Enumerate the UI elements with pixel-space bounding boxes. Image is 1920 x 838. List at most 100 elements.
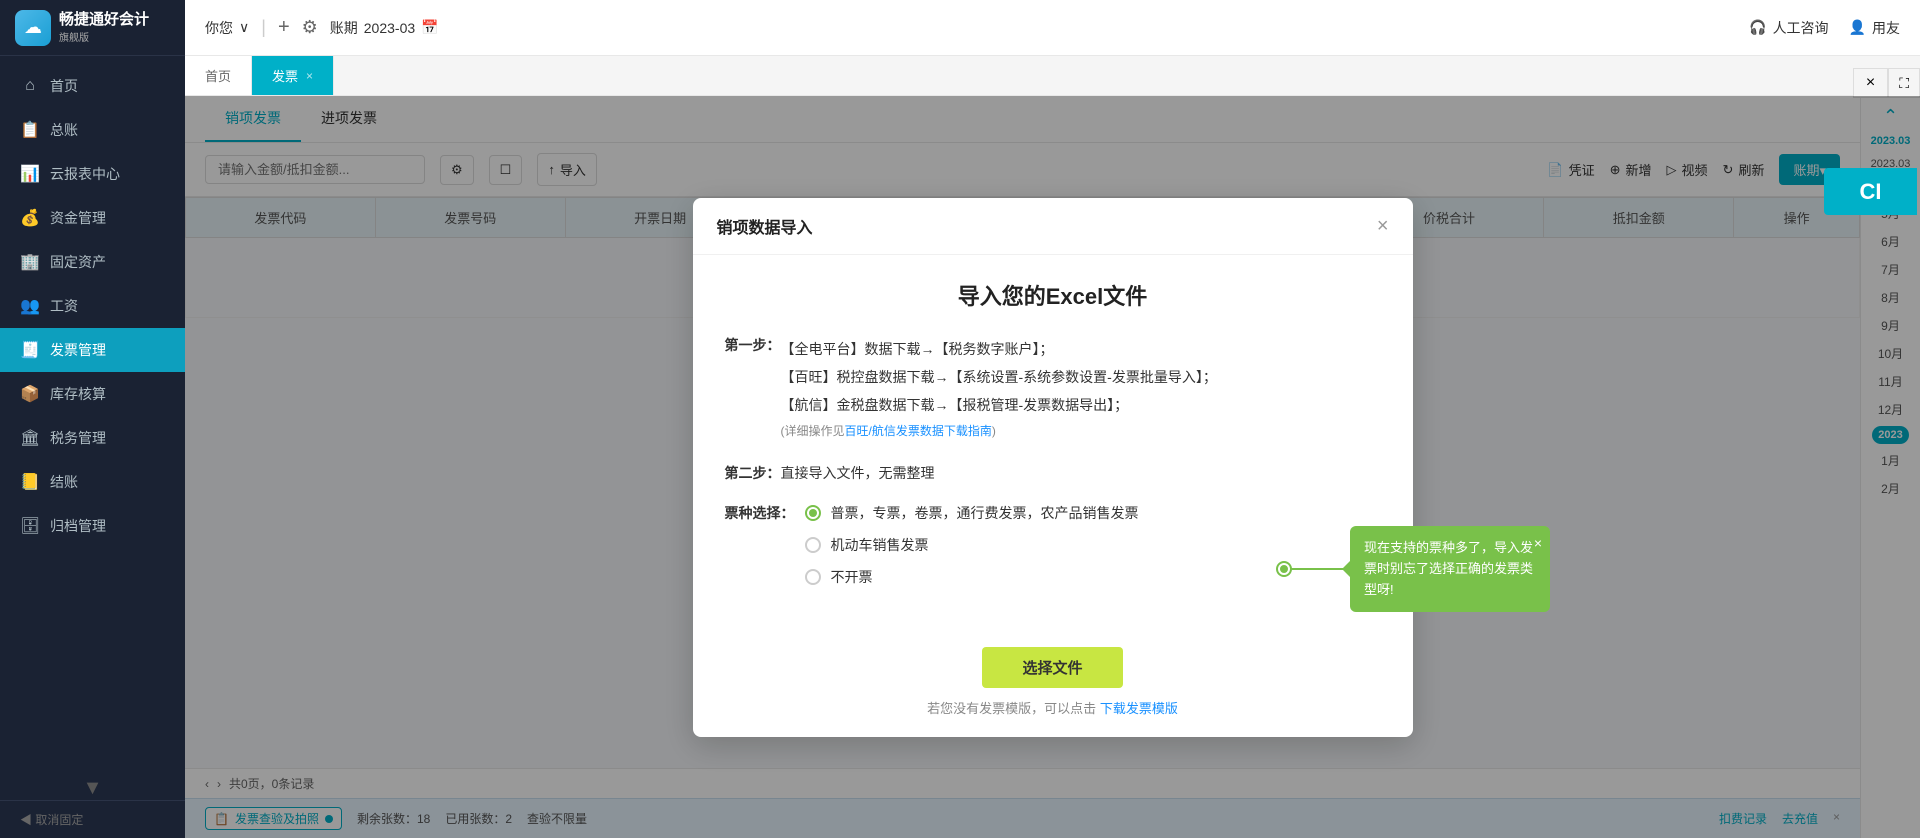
sidebar-item-label: 首页: [50, 76, 78, 96]
add-btn[interactable]: +: [278, 16, 290, 39]
funds-icon: 💰: [20, 208, 40, 228]
radio-option-2[interactable]: 机动车销售发票: [805, 535, 1139, 555]
sidebar-item-funds[interactable]: 💰 资金管理: [0, 196, 185, 240]
calendar-icon: 📅: [421, 19, 438, 36]
sidebar-item-label: 税务管理: [50, 428, 106, 448]
sidebar-item-tax[interactable]: 🏛 税务管理: [0, 416, 185, 460]
app-logo-text: 畅捷通好会计: [59, 11, 149, 29]
radio-label-2: 机动车销售发票: [831, 535, 929, 555]
radio-circle-3: [805, 569, 821, 585]
topbar: 你您 ∨ | + ⚙ 账期 2023-03 📅 🎧 人工咨询 👤 用友: [185, 0, 1920, 56]
tab-home-label: 首页: [205, 66, 231, 85]
sidebar-item-label: 库存核算: [50, 384, 106, 404]
user-label: 用友: [1872, 18, 1900, 38]
modal-main-title: 导入您的Excel文件: [725, 279, 1381, 311]
company-name: 你您: [205, 18, 233, 38]
modal-close-btn[interactable]: ×: [1377, 216, 1389, 236]
app-logo-icon: ☁: [15, 10, 51, 46]
inventory-icon: 📦: [20, 384, 40, 404]
service-label: 人工咨询: [1773, 18, 1829, 38]
sidebar-item-label: 总账: [50, 120, 78, 140]
radio-dot-1: [809, 509, 817, 517]
tooltip-text: 现在支持的票种多了，导入发票时别忘了选择正确的发票类型呀!: [1364, 540, 1533, 597]
sidebar-item-invoice[interactable]: 🧾 发票管理: [0, 328, 185, 372]
company-selector[interactable]: 你您 ∨: [205, 18, 249, 38]
sidebar-item-label: 固定资产: [50, 252, 106, 272]
sidebar-item-inventory[interactable]: 📦 库存核算: [0, 372, 185, 416]
app-logo-sub: 旗舰版: [59, 29, 149, 44]
sidebar-nav: ⌂ 首页 📋 总账 📊 云报表中心 💰 资金管理 🏢 固定资产 👥 工资: [0, 56, 185, 777]
sidebar-item-label: 云报表中心: [50, 164, 120, 184]
sidebar-scroll-down[interactable]: ▼: [83, 777, 103, 800]
radio-option-1[interactable]: 普票，专票，卷票，通行费发票，农产品销售发票: [805, 503, 1139, 523]
ledger-icon: 📋: [20, 120, 40, 140]
period-value: 2023-03: [364, 20, 415, 36]
step1-link[interactable]: 百旺/航信发票数据下载指南: [845, 424, 992, 438]
import-modal: 销项数据导入 × 导入您的Excel文件 第一步： 【全电平台】数据下载→【税务…: [693, 198, 1413, 737]
step1-note: (详细操作见百旺/航信发票数据下载指南): [781, 419, 1217, 443]
home-icon: ⌂: [20, 77, 40, 95]
sidebar-item-salary[interactable]: 👥 工资: [0, 284, 185, 328]
tab-bar: 首页 发票 ×: [185, 56, 1920, 96]
user-menu[interactable]: 👤 用友: [1849, 18, 1900, 38]
sidebar-item-reports[interactable]: 📊 云报表中心: [0, 152, 185, 196]
sidebar-item-ledger[interactable]: 📋 总账: [0, 108, 185, 152]
archive-icon: 🗄: [20, 516, 40, 536]
tooltip-line: [1290, 568, 1350, 570]
modal-footer-note: 若您没有发票模版，可以点击 下载发票模版: [927, 698, 1178, 717]
user-icon: 👤: [1849, 19, 1866, 36]
sidebar-item-home[interactable]: ⌂ 首页: [0, 64, 185, 108]
step2-label: 第二步：: [725, 463, 781, 483]
window-controls: × ⛶: [1853, 68, 1920, 98]
tab-invoice-label: 发票: [272, 66, 298, 85]
sidebar-collapse-btn[interactable]: ◀ 取消固定: [0, 800, 185, 838]
tab-home[interactable]: 首页: [185, 56, 252, 95]
radio-circle-1: [805, 505, 821, 521]
tooltip: × 现在支持的票种多了，导入发票时别忘了选择正确的发票类型呀!: [1278, 526, 1550, 612]
sidebar: ☁ 畅捷通好会计 旗舰版 ⌂ 首页 📋 总账 📊 云报表中心 💰 资金管理: [0, 0, 185, 838]
step1-line1: 【全电平台】数据下载→【税务数字账户】；: [781, 335, 1217, 363]
tooltip-box: × 现在支持的票种多了，导入发票时别忘了选择正确的发票类型呀!: [1350, 526, 1550, 612]
main-area: 你您 ∨ | + ⚙ 账期 2023-03 📅 🎧 人工咨询 👤 用友: [185, 0, 1920, 838]
step2-row: 第二步： 直接导入文件，无需整理: [725, 463, 1381, 483]
step1-line3: 【航信】金税盘数据下载→【报税管理-发票数据导出】；: [781, 391, 1217, 419]
modal-footer: 选择文件 若您没有发票模版，可以点击 下载发票模版: [693, 631, 1413, 737]
sidebar-item-label: 结账: [50, 472, 78, 492]
radio-circle-2: [805, 537, 821, 553]
sidebar-item-label: 归档管理: [50, 516, 106, 536]
company-dropdown-icon: ∨: [239, 19, 249, 36]
tab-close-btn[interactable]: ×: [306, 69, 313, 83]
tab-invoice[interactable]: 发票 ×: [252, 56, 334, 95]
ticket-select-label: 票种选择：: [725, 503, 795, 523]
service-icon: 🎧: [1749, 19, 1766, 36]
step1-row: 第一步： 【全电平台】数据下载→【税务数字账户】； 【百旺】税控盘数据下载→【系…: [725, 335, 1381, 443]
ci-badge: CI: [1824, 168, 1917, 215]
sidebar-item-assets[interactable]: 🏢 固定资产: [0, 240, 185, 284]
period-label: 账期: [330, 18, 358, 38]
sidebar-item-label: 工资: [50, 296, 78, 316]
service-btn[interactable]: 🎧 人工咨询: [1749, 18, 1828, 38]
window-maximize-btn[interactable]: ⛶: [1888, 68, 1920, 98]
reports-icon: 📊: [20, 164, 40, 184]
sidebar-item-label: 资金管理: [50, 208, 106, 228]
select-file-btn[interactable]: 选择文件: [982, 647, 1122, 688]
radio-option-3[interactable]: 不开票: [805, 567, 1139, 587]
modal-title: 销项数据导入: [717, 214, 813, 238]
tax-icon: 🏛: [20, 428, 40, 448]
sidebar-item-archive[interactable]: 🗄 归档管理: [0, 504, 185, 548]
step1-line2: 【百旺】税控盘数据下载→【系统设置-系统参数设置-发票批量导入】；: [781, 363, 1217, 391]
step2-text: 直接导入文件，无需整理: [781, 463, 935, 483]
modal-header: 销项数据导入 ×: [693, 198, 1413, 255]
settings-btn[interactable]: ⚙: [302, 17, 318, 38]
radio-label-3: 不开票: [831, 567, 873, 587]
radio-label-1: 普票，专票，卷票，通行费发票，农产品销售发票: [831, 503, 1139, 523]
period-selector[interactable]: 账期 2023-03 📅: [330, 18, 439, 38]
window-close-btn[interactable]: ×: [1853, 68, 1888, 98]
tooltip-dot: [1278, 563, 1290, 575]
tooltip-close-btn[interactable]: ×: [1534, 532, 1542, 554]
assets-icon: 🏢: [20, 252, 40, 272]
sidebar-item-close[interactable]: 📒 结账: [0, 460, 185, 504]
download-template-link[interactable]: 下载发票模版: [1100, 701, 1178, 716]
step1-label: 第一步：: [725, 335, 781, 355]
invoice-icon: 🧾: [20, 340, 40, 360]
